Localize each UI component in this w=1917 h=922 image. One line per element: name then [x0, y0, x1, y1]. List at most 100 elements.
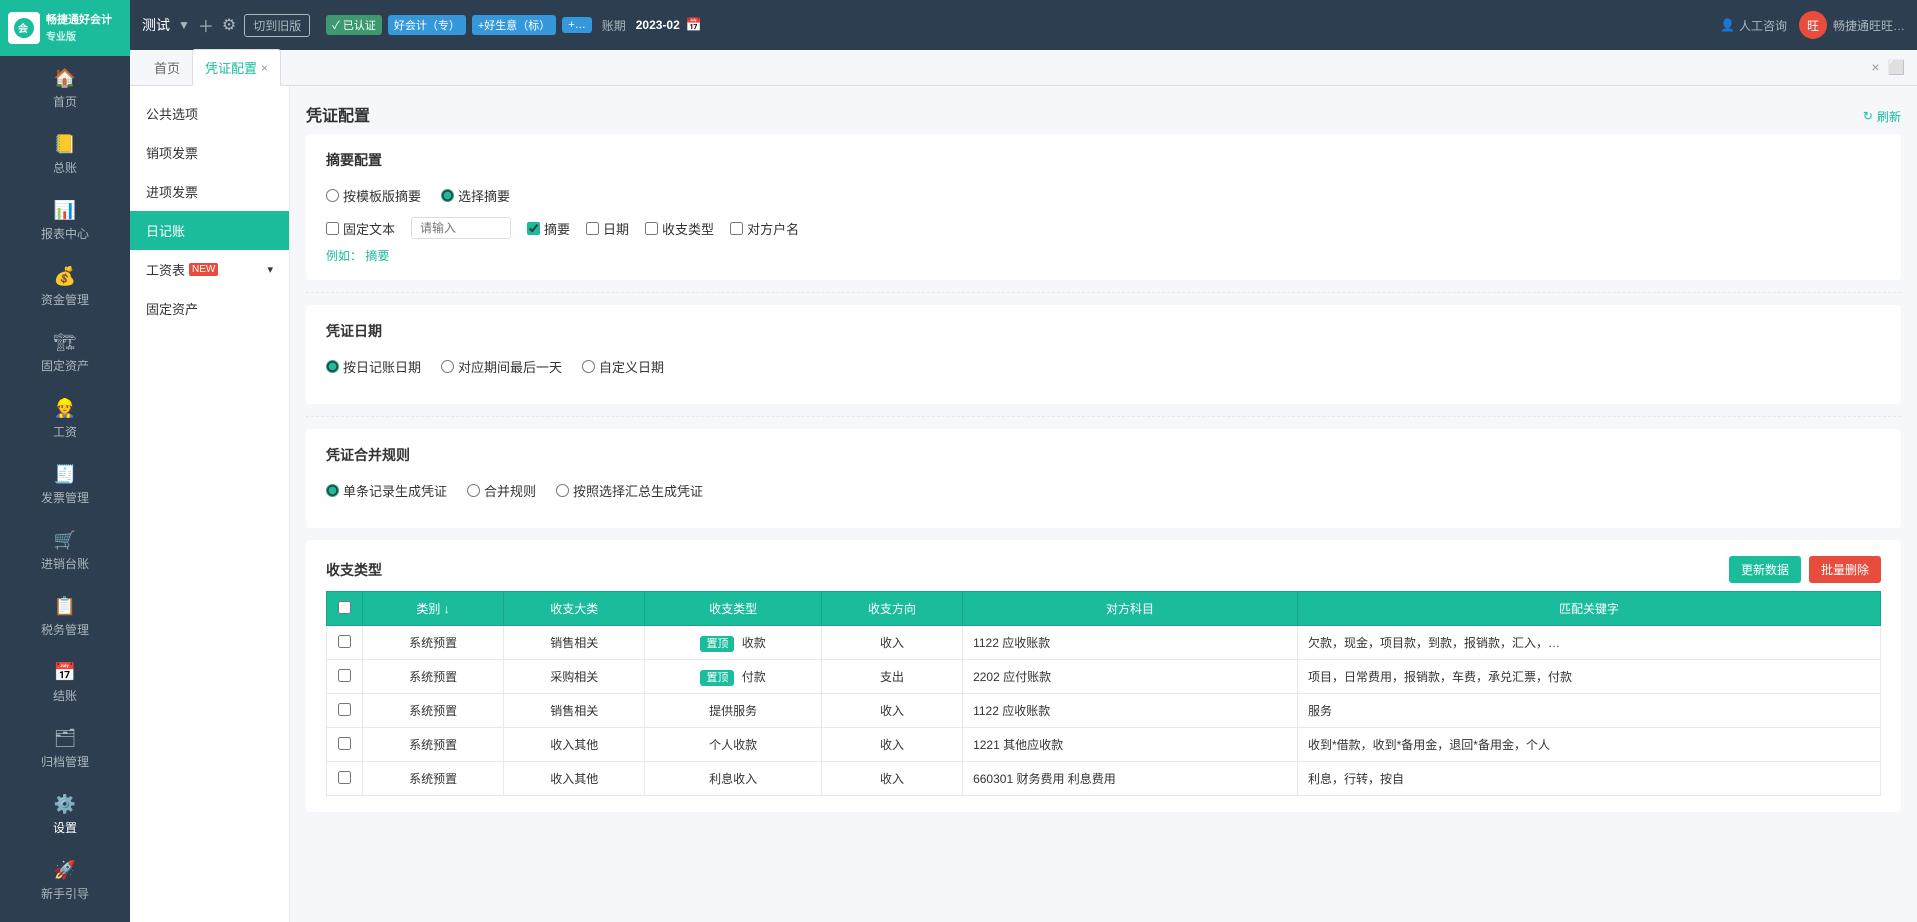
checkbox-summary-input[interactable]: [527, 222, 540, 235]
merge-radio-rule-input[interactable]: [467, 484, 480, 497]
sidebar-item-close[interactable]: 📅 结账: [0, 650, 130, 716]
tab-home[interactable]: 首页: [142, 50, 192, 85]
report-icon: 📊: [54, 200, 76, 221]
date-radio-custom-input[interactable]: [582, 360, 595, 373]
table-row: 系统预置 收入其他 个人收款 收入 1221 其他应收款 收到*借款，收到*备用…: [327, 728, 1881, 762]
checkbox-counterpart-name[interactable]: 对方户名: [730, 219, 799, 238]
window-buttons: × ⬜: [1871, 59, 1905, 76]
help-icon: 👤: [1720, 18, 1735, 32]
summary-checkbox-group: 固定文本 摘要 日期 收支类型: [326, 217, 1881, 239]
row-checkbox-2[interactable]: [327, 694, 363, 728]
fixed-text-input[interactable]: [411, 217, 511, 239]
checkbox-income-type-input[interactable]: [645, 222, 658, 235]
summary-radio-select-input[interactable]: [441, 189, 454, 202]
row-type-2: 提供服务: [645, 694, 822, 728]
topbar-dropdown-arrow[interactable]: ▼: [178, 18, 190, 32]
archive-icon: 🗂: [54, 728, 77, 749]
update-data-button[interactable]: 更新数据: [1729, 556, 1801, 583]
topbar-tag-more: +…: [562, 17, 591, 33]
left-panel-item-diary-label: 日记账: [146, 221, 185, 240]
row-checkbox-3[interactable]: [327, 728, 363, 762]
left-panel-item-diary[interactable]: 日记账: [130, 211, 289, 250]
checkbox-counterpart-name-input[interactable]: [730, 222, 743, 235]
checkbox-date-input[interactable]: [586, 222, 599, 235]
window-expand-button[interactable]: ⬜: [1888, 59, 1905, 76]
date-radio-custom[interactable]: 自定义日期: [582, 357, 664, 376]
left-panel: 公共选项 销项发票 进项发票 日记账 工资表 NEW ▾ 固定资产: [130, 86, 290, 922]
left-panel-item-purchase-invoice[interactable]: 进项发票: [130, 172, 289, 211]
refresh-label: 刷新: [1877, 108, 1901, 125]
help-button[interactable]: 👤 人工咨询: [1720, 17, 1787, 34]
merge-radio-single[interactable]: 单条记录生成凭证: [326, 481, 447, 500]
date-radio-diary-input[interactable]: [326, 360, 339, 373]
tab-voucher-config[interactable]: 凭证配置 ×: [192, 49, 281, 86]
sidebar-item-guide-label: 新手引导: [41, 885, 89, 902]
content-area: 公共选项 销项发票 进项发票 日记账 工资表 NEW ▾ 固定资产 凭证: [130, 86, 1917, 922]
checkbox-fixed-text-input[interactable]: [326, 222, 339, 235]
summary-radio-select[interactable]: 选择摘要: [441, 186, 510, 205]
topbar-calendar-icon[interactable]: 📅: [686, 17, 702, 33]
sidebar-item-archive[interactable]: 🗂 归档管理: [0, 716, 130, 782]
sidebar-item-fund[interactable]: 💰 资金管理: [0, 254, 130, 320]
tab-home-label: 首页: [154, 58, 180, 77]
topbar-settings-icon[interactable]: ⚙: [222, 15, 236, 35]
left-panel-item-sales[interactable]: 销项发票: [130, 133, 289, 172]
checkbox-fixed-text[interactable]: 固定文本: [326, 219, 395, 238]
row-subject-1: 2202 应付账款: [963, 660, 1298, 694]
batch-delete-button[interactable]: 批量删除: [1809, 556, 1881, 583]
sidebar-item-report[interactable]: 📊 报表中心: [0, 188, 130, 254]
row-checkbox-0[interactable]: [327, 626, 363, 660]
merge-radio-summary[interactable]: 按照选择汇总生成凭证: [556, 481, 703, 500]
topbar-add-button[interactable]: ＋: [198, 13, 214, 37]
example-value: 摘要: [365, 249, 389, 263]
sidebar-item-assets[interactable]: 🏗 固定资产: [0, 320, 130, 386]
row-major-4: 收入其他: [504, 762, 645, 796]
window-close-button[interactable]: ×: [1871, 59, 1879, 76]
merge-radio-rule[interactable]: 合并规则: [467, 481, 536, 500]
left-panel-item-public[interactable]: 公共选项: [130, 94, 289, 133]
select-all-checkbox[interactable]: [338, 601, 351, 614]
sidebar-item-settings-label: 设置: [53, 819, 77, 836]
sidebar-item-invoice[interactable]: 🧾 发票管理: [0, 452, 130, 518]
checkbox-income-type[interactable]: 收支类型: [645, 219, 714, 238]
refresh-button[interactable]: ↻ 刷新: [1863, 108, 1901, 125]
checkbox-counterpart-name-label: 对方户名: [747, 219, 799, 238]
tab-close-icon[interactable]: ×: [261, 61, 268, 75]
date-section: 凭证日期 按日记账日期 对应期间最后一天 自定义日期: [306, 305, 1901, 404]
date-radio-last-day-input[interactable]: [441, 360, 454, 373]
row-checkbox-4[interactable]: [327, 762, 363, 796]
col-keywords: 匹配关键字: [1297, 592, 1880, 626]
sidebar: 会 畅捷通好会计 专业版 🏠 首页 📒 总账 📊 报表中心 💰 资金管理 🏗 固…: [0, 0, 130, 922]
sidebar-item-purchase[interactable]: 🛒 进销台账: [0, 518, 130, 584]
col-checkbox[interactable]: [327, 592, 363, 626]
date-radio-last-day[interactable]: 对应期间最后一天: [441, 357, 562, 376]
left-panel-item-payroll[interactable]: 工资表 NEW ▾: [130, 250, 289, 289]
merge-radio-summary-input[interactable]: [556, 484, 569, 497]
summary-radio-template-input[interactable]: [326, 189, 339, 202]
example-prefix: 例如：: [326, 249, 362, 263]
date-radio-diary[interactable]: 按日记账日期: [326, 357, 421, 376]
sidebar-item-home[interactable]: 🏠 首页: [0, 56, 130, 122]
merge-radio-single-input[interactable]: [326, 484, 339, 497]
refresh-icon: ↻: [1863, 109, 1873, 123]
sidebar-item-archive-label: 归档管理: [41, 753, 89, 770]
app-sub: 专业版: [46, 28, 112, 43]
sidebar-item-ledger[interactable]: 📒 总账: [0, 122, 130, 188]
sidebar-item-member[interactable]: 👑 畅会员: [0, 914, 130, 922]
merge-title: 凭证合并规则: [326, 445, 1881, 465]
left-panel-item-fixed-assets[interactable]: 固定资产: [130, 289, 289, 328]
example-text: 例如： 摘要: [326, 247, 1881, 264]
row-checkbox-1[interactable]: [327, 660, 363, 694]
sidebar-item-settings[interactable]: ⚙️ 设置: [0, 782, 130, 848]
sidebar-item-tax[interactable]: 📋 税务管理: [0, 584, 130, 650]
divider-2: [306, 416, 1901, 417]
sidebar-item-salary[interactable]: 👷 工资: [0, 386, 130, 452]
checkbox-summary[interactable]: 摘要: [527, 219, 570, 238]
left-panel-item-public-label: 公共选项: [146, 104, 198, 123]
checkbox-date[interactable]: 日期: [586, 219, 629, 238]
sidebar-item-guide[interactable]: 🚀 新手引导: [0, 848, 130, 914]
topbar-tag-good-business: +好生意（标）: [472, 15, 556, 35]
switch-version-button[interactable]: 切到旧版: [244, 14, 310, 37]
user-menu[interactable]: 旺 畅捷通旺旺…: [1799, 11, 1905, 39]
summary-radio-template[interactable]: 按模板版摘要: [326, 186, 421, 205]
